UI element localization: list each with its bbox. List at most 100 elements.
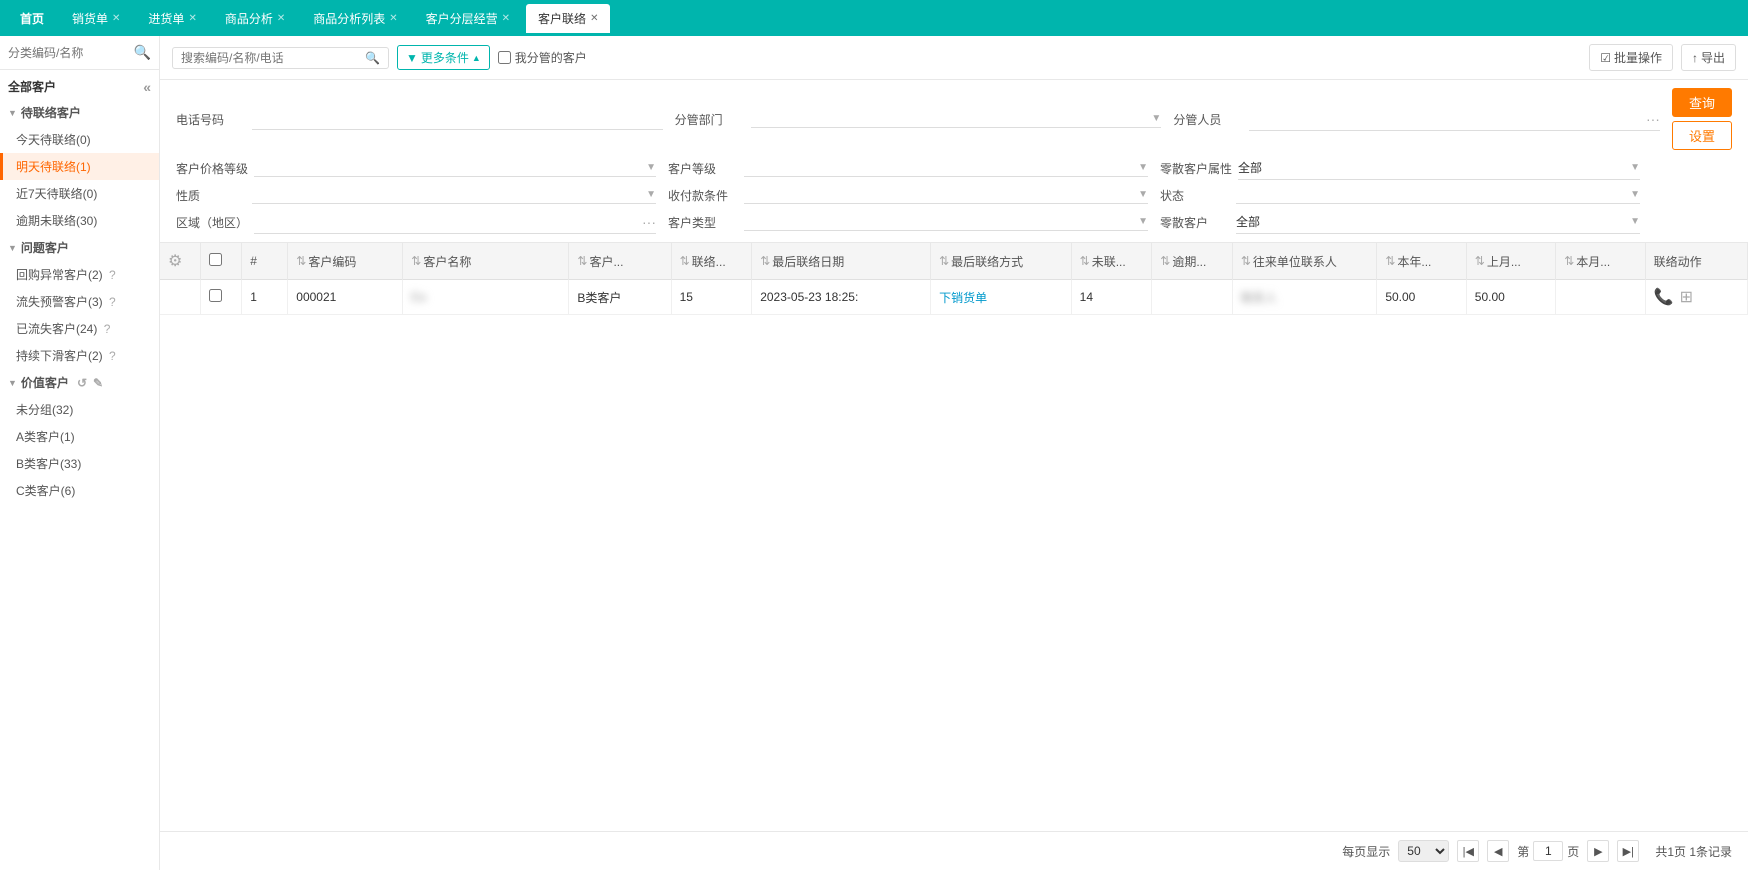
setting-button[interactable]: 设置 <box>1672 121 1732 150</box>
close-customer-tier-icon[interactable]: ✕ <box>502 13 510 24</box>
nav-customer-tier[interactable]: 客户分层经营 ✕ <box>414 4 522 33</box>
page-input[interactable] <box>1533 841 1563 861</box>
th-row-num: # <box>242 243 288 280</box>
sidebar-item-already-lost[interactable]: 已流失客户(24) ? <box>0 315 159 342</box>
nav-goods-analysis-list[interactable]: 商品分析列表 ✕ <box>301 4 409 33</box>
field-region: 区域（地区） ··· <box>176 211 656 234</box>
filter-bar: 🔍 ▼ 更多条件 ▲ 我分管的客户 ☑ 批量操作 ↑ 导出 <box>160 36 1748 80</box>
nav-sales[interactable]: 销货单 ✕ <box>60 4 132 33</box>
last-contact-method-link[interactable]: 下销货单 <box>939 291 987 305</box>
close-purchase-icon[interactable]: ✕ <box>188 13 196 24</box>
retail-customer-select[interactable]: 全部 ▼ <box>1236 210 1640 234</box>
sidebar-item-week-contact[interactable]: 近7天待联络(0) <box>0 180 159 207</box>
th-customer-type[interactable]: ⇅ 客户... <box>569 243 671 280</box>
close-goods-analysis-list-icon[interactable]: ✕ <box>389 13 397 24</box>
price-level-select[interactable]: ▼ <box>254 159 656 177</box>
row-last-contact-date-cell: 2023-05-23 18:25: <box>752 280 931 315</box>
query-button[interactable]: 查询 <box>1672 88 1732 117</box>
sidebar-item-class-a[interactable]: A类客户(1) <box>0 423 159 450</box>
sort-year-icon: ⇅ <box>1385 254 1395 268</box>
export-button[interactable]: ↑ 导出 <box>1681 44 1736 71</box>
column-settings-icon[interactable]: ⚙ <box>168 253 182 270</box>
my-customers-checkbox[interactable] <box>498 51 511 64</box>
per-page-select[interactable]: 50 100 200 <box>1398 840 1449 862</box>
my-customers-checkbox-area[interactable]: 我分管的客户 <box>498 49 587 66</box>
last-page-btn[interactable]: ▶| <box>1617 840 1639 862</box>
row-last-month-cell: 50.00 <box>1466 280 1555 315</box>
retail-attr-select[interactable]: 全部 ▼ <box>1238 156 1640 180</box>
row-customer-name-cell: Ea <box>403 280 569 315</box>
payment-select[interactable]: ▼ <box>744 186 1148 204</box>
next-page-btn[interactable]: ▶ <box>1587 840 1609 862</box>
all-customers-header[interactable]: 全部客户 « <box>0 70 159 99</box>
more-conditions-label: 更多条件 <box>421 49 469 66</box>
th-unit-contacts[interactable]: ⇅ 往来单位联系人 <box>1232 243 1376 280</box>
nature-label: 性质 <box>176 187 246 204</box>
th-overdue[interactable]: ⇅ 逾期... <box>1152 243 1233 280</box>
sidebar-item-ungrouped[interactable]: 未分组(32) <box>0 396 159 423</box>
problem-customers-group[interactable]: 问题客户 <box>0 234 159 261</box>
field-retail-attr: 零散客户属性 全部 ▼ <box>1160 156 1640 180</box>
close-goods-analysis-icon[interactable]: ✕ <box>277 13 285 24</box>
filter-search-icon[interactable]: 🔍 <box>365 51 380 65</box>
value-customers-group[interactable]: 价值客户 ↺ ✎ <box>0 369 159 396</box>
filter-search-input[interactable] <box>181 51 361 65</box>
th-not-contacted[interactable]: ⇅ 未联... <box>1071 243 1152 280</box>
sort-method-icon: ⇅ <box>939 254 949 268</box>
customer-level-select[interactable]: ▼ <box>744 159 1148 177</box>
sidebar-item-today-contact[interactable]: 今天待联络(0) <box>0 126 159 153</box>
region-dots-btn[interactable]: ··· <box>642 214 656 230</box>
help-icon-1[interactable]: ? <box>109 295 116 309</box>
page-unit: 页 <box>1567 843 1579 860</box>
nav-purchase[interactable]: 进货单 ✕ <box>136 4 208 33</box>
help-icon-3[interactable]: ? <box>109 349 116 363</box>
help-icon-0[interactable]: ? <box>109 268 116 282</box>
row-checkbox[interactable] <box>209 289 222 302</box>
sort-icon: ⇅ <box>296 254 306 268</box>
edit-value-icon[interactable]: ✎ <box>93 376 103 390</box>
row-this-month-cell <box>1556 280 1645 315</box>
prev-page-btn[interactable]: ◀ <box>1487 840 1509 862</box>
sidebar-item-class-c[interactable]: C类客户(6) <box>0 477 159 504</box>
nav-home[interactable]: 首页 <box>8 4 56 33</box>
sidebar-item-class-b[interactable]: B类客户(33) <box>0 450 159 477</box>
th-this-month[interactable]: ⇅ 本月... <box>1556 243 1645 280</box>
phone-action-icon[interactable]: 📞 <box>1654 287 1674 307</box>
sidebar-item-lost-risk[interactable]: 流失预警客户(3) ? <box>0 288 159 315</box>
field-nature: 性质 ▼ <box>176 186 656 204</box>
sidebar-item-continuous-decline[interactable]: 持续下滑客户(2) ? <box>0 342 159 369</box>
customer-type-select[interactable]: ▼ <box>744 213 1148 231</box>
sidebar-item-overdue-contact[interactable]: 逾期未联络(30) <box>0 207 159 234</box>
refresh-icon[interactable]: ↺ <box>77 376 87 390</box>
row-settings-cell <box>160 280 201 315</box>
pending-contact-group[interactable]: 待联络客户 <box>0 99 159 126</box>
th-last-contact-date[interactable]: ⇅ 最后联络日期 <box>752 243 931 280</box>
nav-goods-analysis[interactable]: 商品分析 ✕ <box>213 4 297 33</box>
sidebar-search-icon[interactable]: 🔍 <box>134 44 151 61</box>
sidebar-search-input[interactable] <box>8 46 130 60</box>
batch-operation-button[interactable]: ☑ 批量操作 <box>1589 44 1673 71</box>
first-page-btn[interactable]: |◀ <box>1457 840 1479 862</box>
close-customer-contact-icon[interactable]: ✕ <box>590 13 598 24</box>
collapse-sidebar-icon[interactable]: « <box>143 79 151 95</box>
th-customer-name[interactable]: ⇅ 客户名称 <box>403 243 569 280</box>
status-select[interactable]: ▼ <box>1236 186 1640 204</box>
sidebar-item-repurchase-abnormal[interactable]: 回购异常客户(2) ? <box>0 261 159 288</box>
th-this-year[interactable]: ⇅ 本年... <box>1377 243 1466 280</box>
filter-more-btn[interactable]: ▼ 更多条件 ▲ <box>397 45 490 70</box>
th-last-contact-method[interactable]: ⇅ 最后联络方式 <box>931 243 1072 280</box>
select-all-checkbox[interactable] <box>209 253 222 266</box>
close-sales-icon[interactable]: ✕ <box>112 13 120 24</box>
sidebar-item-tomorrow-contact[interactable]: 明天待联络(1) <box>0 153 159 180</box>
phone-input[interactable] <box>252 109 663 130</box>
help-icon-2[interactable]: ? <box>104 322 111 336</box>
sidebar: 🔍 全部客户 « 待联络客户 今天待联络(0) 明天待联络(1) 近7天待联络(… <box>0 36 160 870</box>
grid-action-icon[interactable]: ⊞ <box>1680 287 1693 307</box>
nature-select[interactable]: ▼ <box>252 186 656 204</box>
th-contacts[interactable]: ⇅ 联络... <box>671 243 752 280</box>
dept-select[interactable]: ▼ <box>751 110 1162 128</box>
person-dots-btn[interactable]: ··· <box>1646 111 1660 127</box>
th-customer-code[interactable]: ⇅ 客户编码 <box>288 243 403 280</box>
nav-customer-contact[interactable]: 客户联络 ✕ <box>526 4 610 33</box>
th-last-month[interactable]: ⇅ 上月... <box>1466 243 1555 280</box>
